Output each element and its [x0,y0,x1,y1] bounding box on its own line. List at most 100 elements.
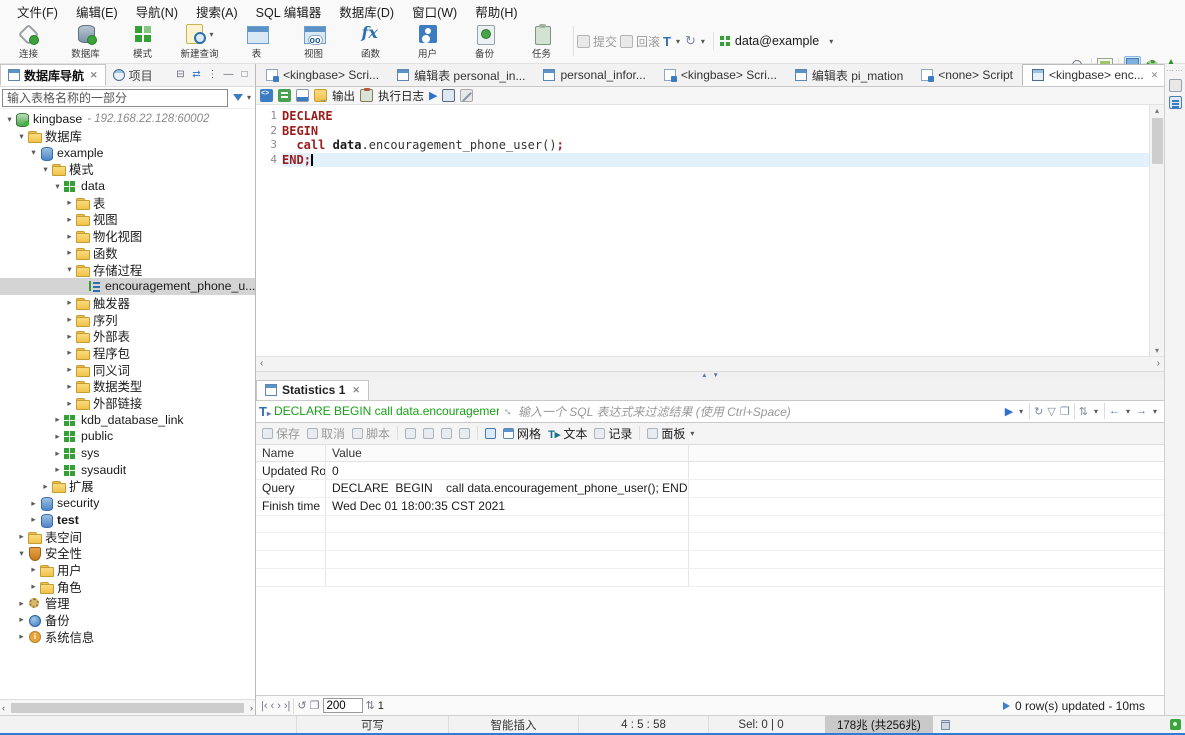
tree-chevron-icon[interactable]: ▸ [16,631,27,642]
sash-up-icon[interactable]: ▲ [701,372,707,379]
filter-history-dropdown-icon[interactable]: ▾ [1017,407,1025,416]
view-menu-icon[interactable]: ⋮ [206,69,219,82]
cell-value[interactable]: 0 [326,462,689,480]
code-line[interactable]: DECLARE [282,109,1149,124]
column-header[interactable]: Name [256,444,326,462]
tree-chevron-icon[interactable]: ▸ [16,531,27,542]
tree-node-表[interactable]: ▸ 表 [0,194,255,211]
tree-chevron-icon[interactable]: ▸ [52,431,63,442]
save-button[interactable]: 保存 [262,425,300,442]
executed-query-preview[interactable]: DECLARE BEGIN call data.encouragemer [274,404,499,418]
write-mode-indicator[interactable]: 可写 [296,716,448,733]
tree-chevron-icon[interactable]: ▾ [4,114,15,125]
panel-dropdown-icon[interactable]: ▾ [688,429,696,438]
tree-node-example[interactable]: ▾ example [0,144,255,161]
code-line[interactable]: END; [282,152,1149,167]
tree-chevron-icon[interactable]: ▾ [40,164,51,175]
sort-icon[interactable]: ⇅ [1079,405,1088,418]
tree-chevron-icon[interactable]: ▸ [28,564,39,575]
editor-tab[interactable]: <kingbase> Scri... [655,64,786,86]
garbage-collect-icon[interactable] [940,719,950,730]
text-view-button[interactable]: T▸ 文本 [548,425,587,442]
tree-chevron-icon[interactable]: ▸ [64,364,75,375]
tab-projects[interactable]: 项目 [106,64,160,86]
editor-tab[interactable]: 编辑表 pi_mation [786,64,912,86]
tree-node-备份[interactable]: ▸ 备份 [0,612,255,629]
link-with-editor-icon[interactable]: ⇄ [190,69,203,82]
toolbar-database-button[interactable]: 数据库 [57,22,114,60]
first-page-icon[interactable]: |‹ [261,700,268,712]
row-copy-icon[interactable] [423,427,435,439]
results-sash[interactable]: ▲ ▼ [256,370,1164,380]
menu-item[interactable]: 数据库(D) [330,0,403,23]
editor-horizontal-scrollbar[interactable]: ‹ › [256,355,1164,371]
maximize-icon[interactable]: □ [238,69,251,82]
tree-node-外部链接[interactable]: ▸ 外部链接 [0,395,255,412]
tree-chevron-icon[interactable]: ▸ [64,231,75,242]
scrollbar-thumb[interactable] [1152,118,1163,164]
expand-filter-icon[interactable]: ↔ [500,403,516,419]
sql-script-icon[interactable] [278,89,291,102]
next-page-icon[interactable]: › [277,700,281,712]
cell-name[interactable]: Finish time [256,497,326,515]
column-header[interactable]: Value [326,444,689,462]
toggle-panel-icon[interactable] [296,89,309,102]
tree-chevron-icon[interactable]: ▸ [28,514,39,525]
tree-node-sys[interactable]: ▸ sys [0,445,255,462]
tree-node-test[interactable]: ▸ test [0,512,255,529]
tree-chevron-icon[interactable]: ▸ [16,614,27,625]
panel-button[interactable]: 面板 ▾ [647,425,696,442]
tree-node-序列[interactable]: ▸ 序列 [0,311,255,328]
toolbar-user-button[interactable]: 用户 [399,22,456,60]
scroll-right-icon[interactable]: › [1157,358,1160,369]
tree-node-存储过程[interactable]: ▾ 存储过程 [0,261,255,278]
cell-value[interactable]: DECLARE BEGIN call data.encouragement_ph… [326,480,689,497]
refresh-dropdown-icon[interactable]: ▾ [699,37,707,46]
editor-tab[interactable]: <kingbase> enc... ✕ [1022,64,1169,86]
toolbar-schema-button[interactable]: 模式 [114,22,171,60]
tree-chevron-icon[interactable]: ▸ [64,197,75,208]
tree-chevron-icon[interactable]: ▸ [64,247,75,258]
tree-node-扩展[interactable]: ▸ 扩展 [0,478,255,495]
refresh-icon[interactable]: ↻ [685,33,696,49]
caret-position-indicator[interactable]: 4 : 5 : 58 [578,716,708,733]
table-row[interactable]: Query DECLARE BEGIN call data.encourageme… [256,480,1164,498]
menu-item[interactable]: 帮助(H) [466,0,526,23]
memory-indicator[interactable]: 178兆 (共256兆) [813,715,950,734]
editor-tab[interactable]: <none> Script [912,64,1022,86]
editor-tab[interactable]: personal_infor... [534,64,654,86]
last-page-icon[interactable]: ›| [284,700,291,712]
row-delete-icon[interactable] [441,427,453,439]
scroll-right-icon[interactable]: › [250,703,253,713]
menu-item[interactable]: 导航(N) [127,0,187,23]
table-row[interactable]: Updated Rows0 [256,462,1164,481]
execution-log-button[interactable]: 执行日志 [378,88,424,104]
row-spinner-icon[interactable]: ⇅ [366,699,375,712]
tree-chevron-icon[interactable]: ▾ [52,181,63,192]
tree-chevron-icon[interactable]: ▸ [64,381,75,392]
monitor-icon[interactable] [442,89,456,102]
tree-chevron-icon[interactable]: ▸ [16,598,27,609]
toolbar-backup-button[interactable]: 备份 [456,22,513,60]
transaction-dropdown-icon[interactable]: ▾ [674,37,682,46]
row-add-icon[interactable] [405,427,417,439]
toolbar-function-button[interactable]: 函数 [342,22,399,60]
sql-code-area[interactable]: DECLARE BEGIN call data.encouragement_pho… [282,105,1149,356]
scrollbar-thumb[interactable] [11,702,244,713]
sql-console-icon[interactable] [260,89,273,102]
filter-input[interactable]: 输入一个 SQL 表达式来过滤结果 (使用 Ctrl+Space) [518,403,1000,420]
tree-node-程序包[interactable]: ▸ 程序包 [0,345,255,362]
editor-tab[interactable]: <kingbase> Scri... [257,64,388,86]
tree-node-public[interactable]: ▸ public [0,428,255,445]
tree-chevron-icon[interactable]: ▸ [64,398,75,409]
tree-chevron-icon[interactable]: ▾ [64,264,75,275]
tree-chevron-icon[interactable]: ▸ [64,331,75,342]
toolbar-table-button[interactable]: 表 [228,22,285,60]
commit-button[interactable]: 提交 [593,33,617,50]
tree-node-security[interactable]: ▸ security [0,495,255,512]
back-icon[interactable]: ← [1109,405,1120,417]
tree-node-视图[interactable]: ▸ 视图 [0,211,255,228]
tree-chevron-icon[interactable]: ▸ [40,481,51,492]
tree-chevron-icon[interactable]: ▸ [52,448,63,459]
editor-tab[interactable]: 编辑表 personal_in... [388,64,534,86]
